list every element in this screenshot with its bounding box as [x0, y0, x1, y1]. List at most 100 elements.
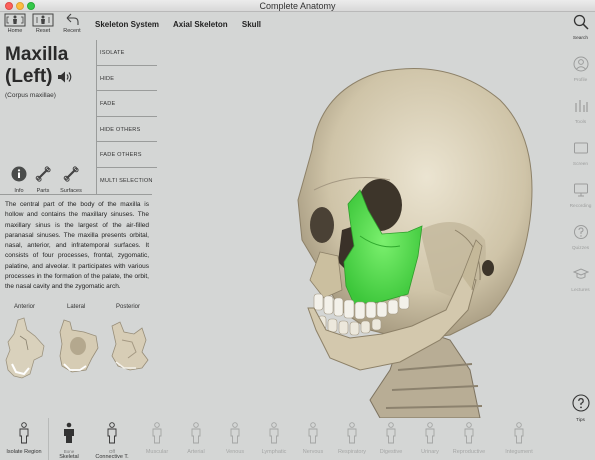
3d-viewport[interactable]: [250, 40, 566, 419]
screen-label: Screen: [572, 162, 589, 167]
skull-model[interactable]: [250, 40, 566, 419]
quizzes-icon: [573, 225, 588, 239]
system-digestive-label: Digestive: [379, 449, 403, 455]
lymphatic-icon: [269, 422, 279, 444]
system-respiratory-label: Respiratory: [337, 449, 367, 455]
system-connective[interactable]: Off Connective T.: [90, 422, 134, 460]
reproductive-icon: [464, 422, 474, 444]
lectures-button[interactable]: Lectures: [566, 266, 595, 293]
system-muscular-label: Muscular: [145, 449, 169, 455]
quizzes-label: Quizzes: [571, 246, 590, 251]
lateral-view-image[interactable]: [56, 318, 100, 374]
bone-icon: [35, 166, 51, 182]
system-skeletal[interactable]: Bone Skeletal: [50, 422, 88, 460]
system-arterial-label: Arterial: [187, 449, 205, 455]
system-integument[interactable]: Integument: [500, 422, 538, 455]
tools-button[interactable]: Tools: [566, 98, 595, 125]
anterior-view-image[interactable]: [4, 316, 48, 382]
breadcrumb-axial-skeleton[interactable]: Axial Skeleton: [173, 20, 228, 29]
system-respiratory[interactable]: Respiratory: [333, 422, 371, 455]
lectures-label: Lectures: [571, 288, 590, 293]
window-title: Complete Anatomy: [259, 1, 336, 11]
breadcrumb-skeleton-system[interactable]: Skeleton System: [95, 20, 159, 29]
panel-horizontal-divider: [0, 194, 152, 195]
recording-button[interactable]: Recording: [566, 182, 595, 209]
venous-icon: [230, 422, 240, 444]
back-arrow-icon: [66, 13, 79, 25]
urinary-icon: [425, 422, 435, 444]
nervous-icon: [308, 422, 318, 444]
system-integument-label: Integument: [505, 449, 533, 455]
reset-icon: [32, 13, 54, 27]
system-urinary[interactable]: Urinary: [411, 422, 449, 455]
structure-title-line1: Maxilla: [5, 44, 69, 65]
recording-icon: [573, 183, 588, 197]
speaker-icon[interactable]: [57, 70, 73, 84]
view-posterior-label: Posterior: [116, 304, 141, 310]
system-digestive[interactable]: Digestive: [372, 422, 410, 455]
system-reproductive[interactable]: Reproductive: [450, 422, 488, 455]
structure-description: The central part of the body of the maxi…: [5, 201, 149, 291]
skeletal-icon: [64, 422, 74, 443]
home-button[interactable]: Home: [2, 13, 28, 39]
quizzes-button[interactable]: Quizzes: [566, 224, 595, 251]
connective-tissue-icon: [107, 422, 117, 444]
search-button[interactable]: Search: [566, 14, 595, 41]
search-label: Search: [572, 36, 589, 41]
system-muscular[interactable]: Muscular: [138, 422, 176, 455]
isolate-button[interactable]: ISOLATE: [97, 40, 157, 66]
latin-name: (Corpus maxillae): [5, 92, 56, 99]
view-lateral-label: Lateral: [67, 304, 86, 310]
respiratory-icon: [347, 422, 357, 444]
system-lymphatic[interactable]: Lymphatic: [255, 422, 293, 455]
integument-icon: [514, 422, 524, 444]
recent-label: Recent: [63, 28, 81, 34]
muscular-icon: [152, 422, 162, 444]
tools-icon: [574, 100, 588, 112]
right-sidebar: Search Profile Tools Screen Recording Qu…: [566, 12, 595, 437]
breadcrumb-skull[interactable]: Skull: [242, 20, 261, 29]
lectures-icon: [572, 268, 589, 279]
hide-button[interactable]: HIDE: [97, 66, 157, 91]
search-icon: [573, 14, 589, 30]
home-label: Home: [7, 28, 23, 34]
multi-selection-button[interactable]: MULTI SELECTION: [97, 168, 157, 194]
structure-title-line2: (Left): [5, 66, 53, 87]
arterial-icon: [191, 422, 201, 444]
profile-button[interactable]: Profile: [566, 56, 595, 83]
system-skeletal-label: Skeletal: [59, 454, 79, 460]
system-nervous-label: Nervous: [302, 449, 324, 455]
reset-button[interactable]: Reset: [30, 13, 56, 39]
digestive-icon: [386, 422, 396, 444]
system-venous[interactable]: Venous: [216, 422, 254, 455]
isolate-region-button[interactable]: Isolate Region: [2, 422, 46, 455]
body-outline-icon: [19, 422, 29, 444]
fade-button[interactable]: FADE: [97, 91, 157, 117]
recording-label: Recording: [569, 204, 592, 209]
posterior-view-image[interactable]: [108, 318, 152, 374]
reset-label: Reset: [35, 28, 51, 34]
hide-others-button[interactable]: HIDE OTHERS: [97, 117, 157, 142]
system-nervous[interactable]: Nervous: [294, 422, 332, 455]
breadcrumb: Skeleton System Axial Skeleton Skull: [95, 20, 273, 29]
recent-button[interactable]: Recent: [59, 13, 85, 39]
bottom-divider: [48, 418, 49, 460]
profile-icon: [573, 56, 588, 72]
top-toolbar: Home Reset Recent Skeleton System Axial …: [0, 12, 595, 40]
info-icon: [11, 166, 27, 182]
tools-label: Tools: [574, 120, 587, 125]
screen-icon: [573, 142, 588, 154]
bone-icon: [63, 166, 79, 182]
profile-label: Profile: [573, 78, 588, 83]
system-connective-label: Connective T.: [95, 454, 129, 460]
system-arterial[interactable]: Arterial: [177, 422, 215, 455]
system-lymphatic-label: Lymphatic: [261, 449, 287, 455]
tab-surfaces[interactable]: Surfaces: [56, 166, 86, 194]
system-reproductive-label: Reproductive: [452, 449, 486, 455]
fade-others-button[interactable]: FADE OTHERS: [97, 142, 157, 168]
title-bar: Complete Anatomy: [0, 0, 595, 12]
tab-parts[interactable]: Parts: [28, 166, 58, 194]
system-urinary-label: Urinary: [421, 449, 439, 455]
screen-button[interactable]: Screen: [566, 140, 595, 167]
view-anterior-label: Anterior: [14, 304, 36, 310]
